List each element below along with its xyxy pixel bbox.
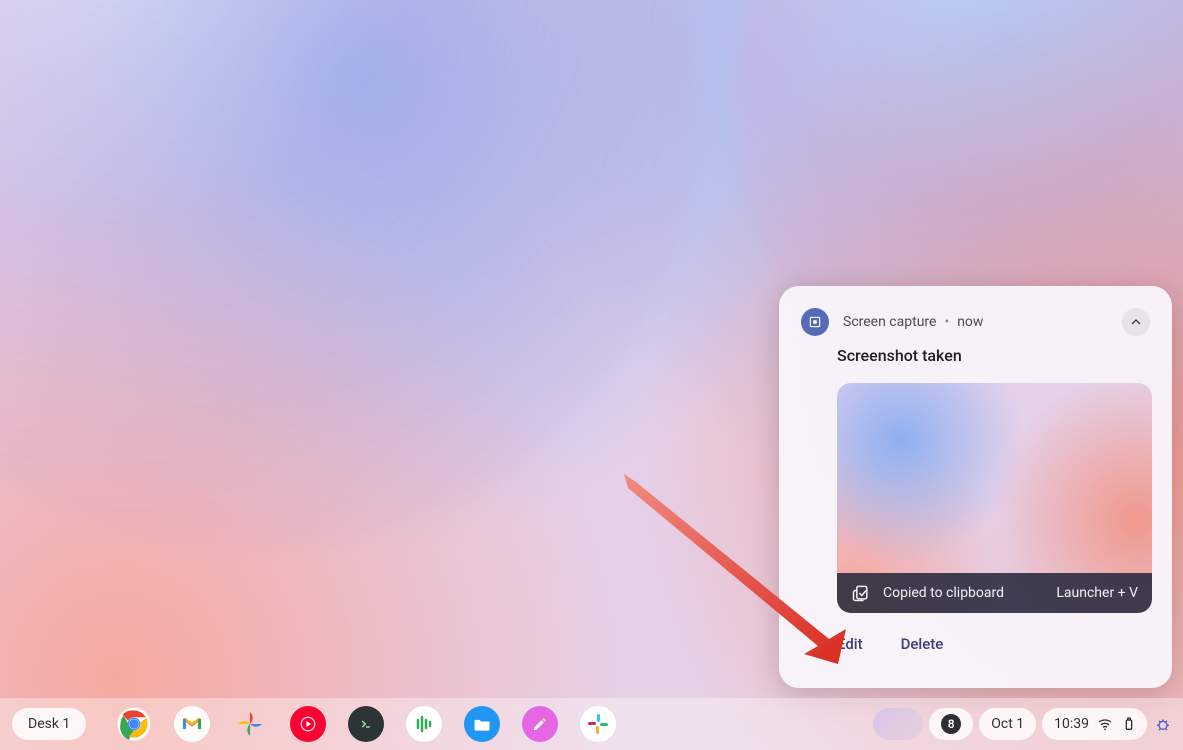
desk-switcher[interactable]: Desk 1: [12, 708, 86, 740]
delete-button[interactable]: Delete: [901, 635, 944, 653]
collapse-button[interactable]: [1122, 308, 1150, 336]
feedback-icon[interactable]: [1155, 716, 1171, 732]
gmail-icon[interactable]: [174, 706, 210, 742]
time-text: 10:39: [1054, 716, 1089, 732]
notification-title: Screenshot taken: [779, 336, 1172, 365]
notification-app-name: Screen capture: [843, 314, 936, 330]
edit-button[interactable]: Edit: [837, 635, 863, 653]
holding-space[interactable]: [873, 708, 923, 740]
notification-header: Screen capture • now: [779, 286, 1172, 336]
notification-count-pill[interactable]: 8: [929, 708, 973, 740]
canvas-icon[interactable]: [522, 706, 558, 742]
youtube-music-icon[interactable]: [290, 706, 326, 742]
shortcut-hint: Launcher + V: [1056, 585, 1138, 601]
shelf-status-area: 8 Oct 1 10:39: [873, 708, 1171, 740]
notification-time: now: [957, 314, 983, 330]
shelf-apps: [116, 706, 616, 742]
chrome-icon[interactable]: [116, 706, 152, 742]
clipboard-bar: Copied to clipboard Launcher + V: [837, 573, 1152, 613]
battery-icon: [1121, 716, 1137, 732]
desk-label: Desk 1: [28, 716, 70, 732]
notification-actions: Edit Delete: [779, 613, 1172, 653]
wifi-icon: [1097, 716, 1113, 732]
notification-count-badge: 8: [941, 714, 961, 734]
terminal-icon[interactable]: [348, 706, 384, 742]
date-pill[interactable]: Oct 1: [979, 708, 1036, 740]
slack-icon[interactable]: [580, 706, 616, 742]
chevron-up-icon: [1128, 314, 1144, 330]
voice-icon[interactable]: [406, 706, 442, 742]
files-icon[interactable]: [464, 706, 500, 742]
bullet-separator: •: [944, 314, 949, 330]
copied-text: Copied to clipboard: [883, 585, 1004, 601]
notification-source: Screen capture • now: [843, 314, 1108, 330]
clipboard-icon: [851, 583, 871, 603]
screenshot-preview[interactable]: Copied to clipboard Launcher + V: [837, 383, 1152, 613]
shelf: Desk 1: [0, 698, 1183, 750]
status-tray[interactable]: 10:39: [1042, 708, 1147, 740]
screen-capture-icon: [801, 308, 829, 336]
date-text: Oct 1: [991, 716, 1024, 732]
screenshot-notification: Screen capture • now Screenshot taken Co…: [779, 286, 1172, 688]
wallpaper-bubble: [0, 0, 700, 550]
photos-icon[interactable]: [232, 706, 268, 742]
